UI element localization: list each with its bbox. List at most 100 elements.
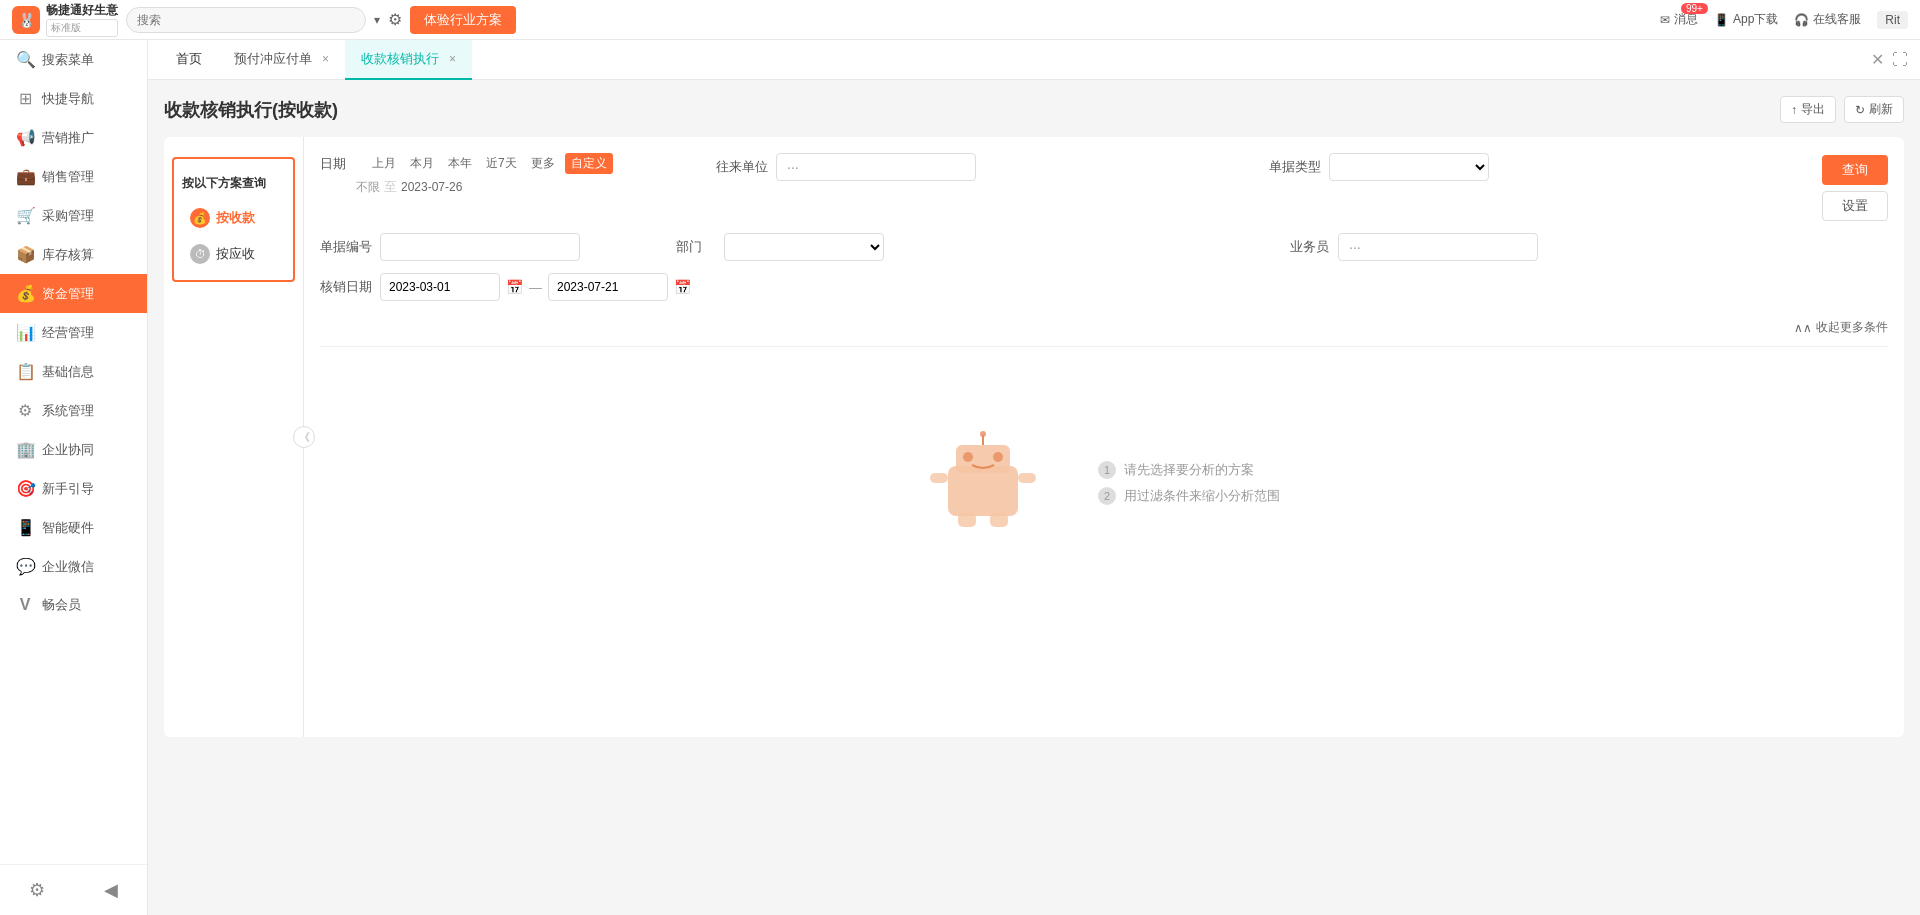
writeoff-date-end-input[interactable]	[548, 273, 668, 301]
tab-home[interactable]: 首页	[160, 40, 218, 80]
tab-collection[interactable]: 收款核销执行 ×	[345, 40, 472, 80]
empty-illustration	[928, 431, 1038, 534]
edition-badge: 标准版	[46, 19, 118, 37]
sidebar-item-member[interactable]: V 畅会员	[0, 586, 147, 624]
sidebar-item-purchase[interactable]: 🛒 采购管理	[0, 196, 147, 235]
writeoff-start-calendar-icon[interactable]: 📅	[506, 279, 523, 295]
sidebar-item-basic-info[interactable]: 📋 基础信息	[0, 352, 147, 391]
collapse-more-btn[interactable]: ∧∧ 收起更多条件	[320, 313, 1888, 342]
user-info[interactable]: Rit	[1877, 11, 1908, 29]
sidebar-item-enterprise[interactable]: 🏢 企业协同	[0, 430, 147, 469]
sidebar-collapse-icon[interactable]: ◀	[98, 873, 124, 907]
export-btn[interactable]: ↑ 导出	[1780, 96, 1836, 123]
tab-expand-icon[interactable]: ⛶	[1892, 51, 1908, 69]
quick-nav-icon: ⊞	[16, 89, 34, 108]
setting-btn[interactable]: 设置	[1822, 191, 1888, 221]
department-select[interactable]	[724, 233, 884, 261]
query-btn[interactable]: 查询	[1822, 155, 1888, 185]
collapse-more-icon: ∧∧	[1794, 321, 1812, 335]
sidebar-item-wechat[interactable]: 💬 企业微信	[0, 547, 147, 586]
date-btn-this-year[interactable]: 本年	[444, 153, 476, 174]
sidebar-item-hardware[interactable]: 📱 智能硬件	[0, 508, 147, 547]
enterprise-icon: 🏢	[16, 440, 34, 459]
empty-robot-svg	[928, 431, 1038, 531]
sidebar-label-guide: 新手引导	[42, 480, 94, 498]
dropdown-icon[interactable]: ▾	[374, 13, 380, 27]
filter-collapse-btn[interactable]: 《	[293, 426, 315, 448]
svg-rect-9	[990, 513, 1008, 527]
sidebar-item-search-menu[interactable]: 🔍 搜索菜单	[0, 40, 147, 79]
settings-icon[interactable]: ⚙	[388, 10, 402, 29]
query-row-2: 单据编号 部门 业务员 ···	[320, 233, 1888, 261]
sidebar-item-finance[interactable]: 💰 资金管理	[0, 274, 147, 313]
svg-point-5	[980, 431, 986, 437]
message-icon: ✉	[1660, 13, 1670, 27]
salesman-input[interactable]: ···	[1338, 233, 1538, 261]
app-download-btn[interactable]: 📱 App下载	[1714, 11, 1778, 28]
filter-by-receivable[interactable]: ⏱ 按应收	[178, 236, 289, 272]
bill-no-label: 单据编号	[320, 238, 372, 256]
member-icon: V	[16, 596, 34, 614]
online-service-label: 在线客服	[1813, 11, 1861, 28]
date-btn-7days[interactable]: 近7天	[482, 153, 521, 174]
date-no-limit-text: 不限	[356, 179, 380, 196]
tab-collection-close[interactable]: ×	[449, 52, 456, 66]
refresh-btn[interactable]: ↻ 刷新	[1844, 96, 1904, 123]
sidebar-label-quick-nav: 快捷导航	[42, 90, 94, 108]
filter-by-receipt[interactable]: 💰 按收款	[178, 200, 289, 236]
date-btn-this-month[interactable]: 本月	[406, 153, 438, 174]
sidebar-item-sales[interactable]: 💼 销售管理	[0, 157, 147, 196]
date-btn-custom[interactable]: 自定义	[565, 153, 613, 174]
guide-icon: 🎯	[16, 479, 34, 498]
content-area: 首页 预付冲应付单 × 收款核销执行 × ✕ ⛶ 收款核销执行(按收款)	[148, 40, 1920, 915]
sidebar-settings-icon[interactable]: ⚙	[23, 873, 51, 907]
tab-prepay-close[interactable]: ×	[322, 52, 329, 66]
tip-number-1: 1	[1098, 461, 1116, 479]
main-layout: 🔍 搜索菜单 ⊞ 快捷导航 📢 营销推广 💼 销售管理 🛒 采购管理 📦 库存核…	[0, 40, 1920, 915]
wechat-icon: 💬	[16, 557, 34, 576]
brand-name: 畅捷通好生意	[46, 2, 118, 19]
date-btn-last-month[interactable]: 上月	[368, 153, 400, 174]
sidebar-item-marketing[interactable]: 📢 营销推广	[0, 118, 147, 157]
marketing-icon: 📢	[16, 128, 34, 147]
main-panel: 按以下方案查询 💰 按收款 ⏱ 按应收 《	[164, 137, 1904, 737]
tab-prepay[interactable]: 预付冲应付单 ×	[218, 40, 345, 80]
salesman-label: 业务员	[1290, 238, 1330, 256]
writeoff-end-calendar-icon[interactable]: 📅	[674, 279, 691, 295]
empty-state: 1 请先选择要分析的方案 2 用过滤条件来缩小分析范围	[320, 351, 1888, 574]
basic-info-icon: 📋	[16, 362, 34, 381]
message-btn[interactable]: ✉ 消息 99+	[1660, 11, 1698, 28]
operations-icon: 📊	[16, 323, 34, 342]
bill-no-input[interactable]	[380, 233, 580, 261]
query-actions: 查询 设置	[1822, 153, 1888, 221]
counterparty-input[interactable]: ···	[776, 153, 976, 181]
industry-btn[interactable]: 体验行业方案	[410, 6, 516, 34]
sidebar-item-system[interactable]: ⚙ 系统管理	[0, 391, 147, 430]
empty-state-row: 1 请先选择要分析的方案 2 用过滤条件来缩小分析范围	[928, 431, 1280, 534]
query-row-1: 日期 上月 本月 本年 近7天 更多 自定义	[320, 153, 1888, 221]
writeoff-date-start-input[interactable]	[380, 273, 500, 301]
online-service-btn[interactable]: 🎧 在线客服	[1794, 11, 1861, 28]
sidebar-label-purchase: 采购管理	[42, 207, 94, 225]
sidebar-item-inventory[interactable]: 📦 库存核算	[0, 235, 147, 274]
date-btn-more[interactable]: 更多	[527, 153, 559, 174]
message-badge: 99+	[1681, 3, 1708, 14]
logo-icon: 🐰	[12, 6, 40, 34]
department-field: 部门	[676, 233, 1274, 261]
sidebar-item-operations[interactable]: 📊 经营管理	[0, 313, 147, 352]
tab-close-all-icon[interactable]: ✕	[1871, 50, 1884, 69]
topbar: 🐰 畅捷通好生意 标准版 ▾ ⚙ 体验行业方案 ✉ 消息 99+ 📱 App下载…	[0, 0, 1920, 40]
system-icon: ⚙	[16, 401, 34, 420]
tab-home-label: 首页	[176, 50, 202, 68]
search-input[interactable]	[126, 7, 366, 33]
hardware-icon: 📱	[16, 518, 34, 537]
date-value: 2023-07-26	[401, 180, 462, 194]
filter-receivable-icon: ⏱	[190, 244, 210, 264]
sidebar-item-quick-nav[interactable]: ⊞ 快捷导航	[0, 79, 147, 118]
tip-text-1: 请先选择要分析的方案	[1124, 461, 1254, 479]
bill-type-select[interactable]	[1329, 153, 1489, 181]
refresh-icon: ↻	[1855, 103, 1865, 117]
bill-no-field: 单据编号	[320, 233, 660, 261]
sidebar-item-guide[interactable]: 🎯 新手引导	[0, 469, 147, 508]
filter-receipt-label: 按收款	[216, 209, 255, 227]
